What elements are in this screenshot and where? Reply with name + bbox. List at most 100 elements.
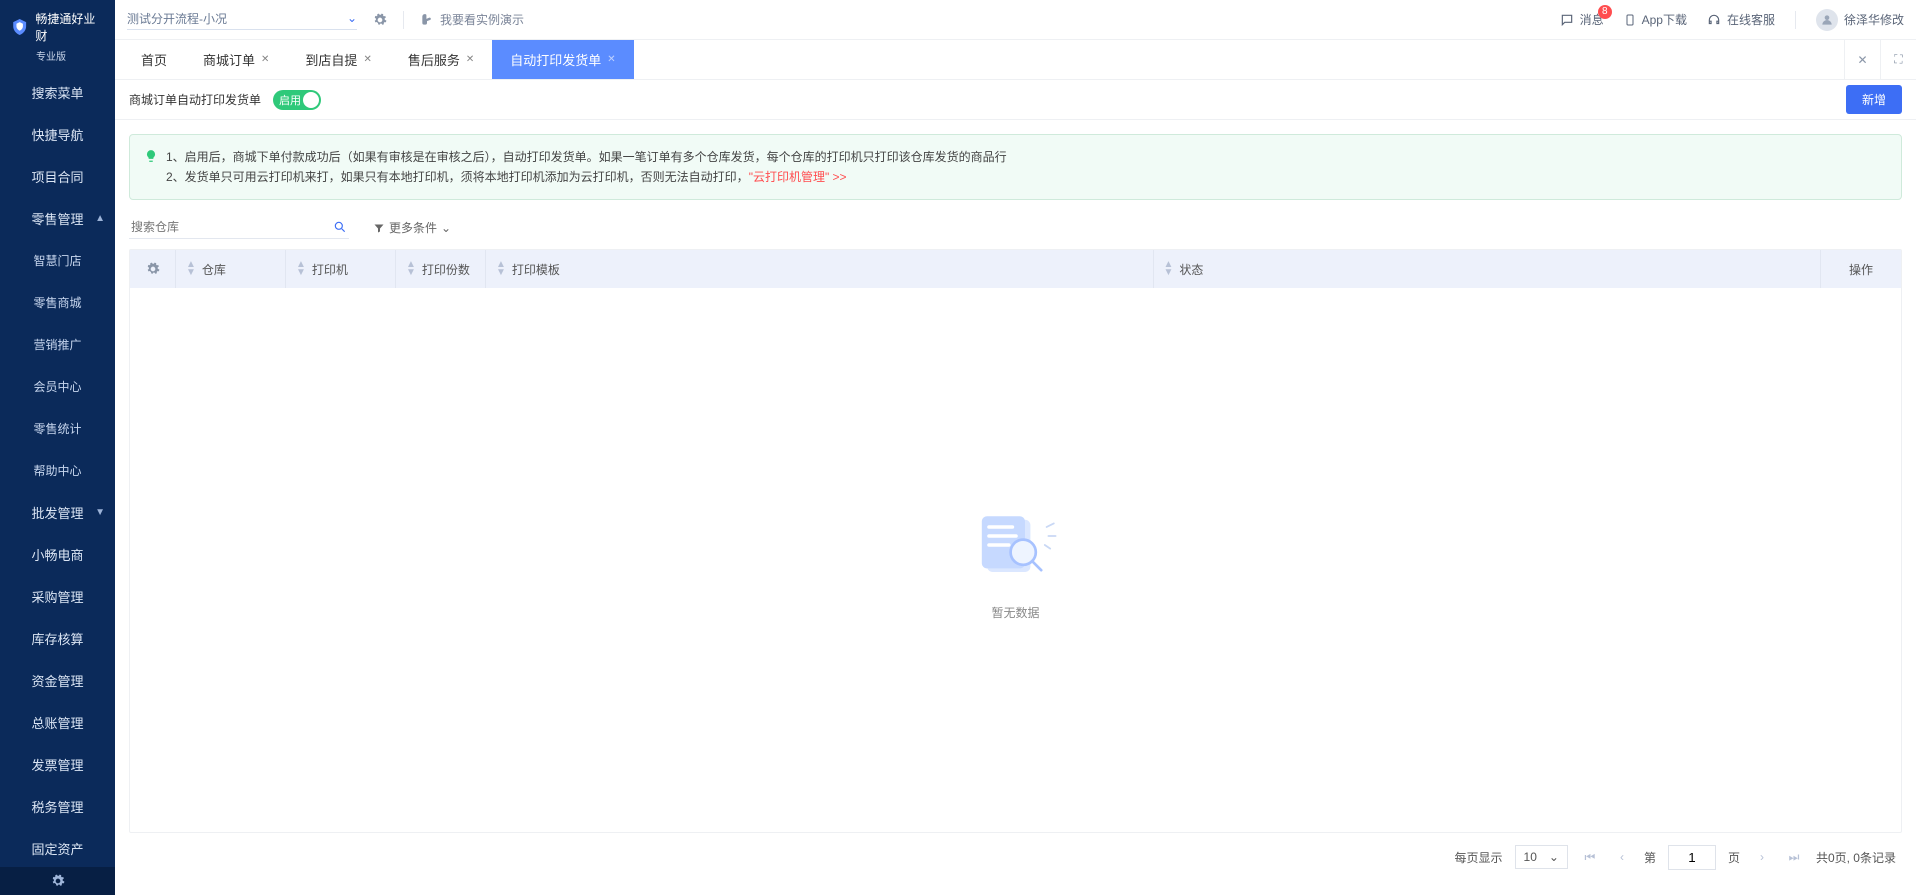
brand-edition: 专业版 [0, 48, 115, 71]
sidebar-item[interactable]: 批发管理▼ [0, 491, 115, 533]
sidebar-item[interactable]: 零售商城 [0, 281, 115, 323]
close-icon[interactable]: ✕ [363, 54, 371, 65]
app-download-button[interactable]: App下载 [1624, 11, 1687, 28]
tab-label: 到店自提 [305, 50, 357, 69]
column-label: 仓库 [202, 261, 226, 278]
filter-icon [373, 222, 385, 234]
page-number-input[interactable] [1668, 845, 1716, 870]
chat-icon [1560, 13, 1574, 27]
demo-link[interactable]: 我要看实例演示 [420, 11, 524, 28]
tab-label: 商城订单 [203, 50, 255, 69]
close-icon[interactable]: ✕ [261, 54, 269, 65]
table-column-header[interactable]: ▲▼ 打印模板 [486, 250, 1154, 288]
column-label: 打印模板 [512, 261, 560, 278]
user-icon [1820, 13, 1834, 27]
sidebar-item[interactable]: 营销推广 [0, 323, 115, 365]
page-summary: 共0页, 0条记录 [1816, 849, 1896, 866]
sidebar-item[interactable]: 智慧门店 [0, 239, 115, 281]
sidebar-item[interactable]: 税务管理 [0, 785, 115, 827]
next-page-button[interactable]: › [1752, 850, 1772, 864]
close-icon[interactable]: ✕ [466, 54, 474, 65]
breadcrumb-text: 测试分开流程-小况 [127, 10, 227, 27]
first-page-button[interactable]: ⏮ [1580, 850, 1600, 865]
sidebar-item[interactable]: 总账管理 [0, 701, 115, 743]
close-all-tabs-button[interactable]: ✕ [1844, 40, 1880, 79]
table-settings-button[interactable] [130, 250, 176, 288]
toggle-bar: 商城订单自动打印发货单 启用 新增 [115, 80, 1916, 120]
warehouse-search-input[interactable] [131, 220, 333, 234]
pagination: 每页显示 10 ⌄ ⏮ ‹ 第 页 › ⏭ 共0页, 0条记录 [129, 833, 1902, 881]
sidebar-item[interactable]: 发票管理 [0, 743, 115, 785]
sidebar-item-label: 项目合同 [31, 167, 83, 186]
messages-button[interactable]: 消息 8 [1560, 11, 1604, 28]
close-icon[interactable]: ✕ [607, 54, 615, 65]
search-input-wrap [129, 216, 349, 239]
chevron-down-icon: ⌄ [347, 11, 357, 25]
user-menu[interactable]: 徐泽华修改 [1816, 9, 1904, 31]
sidebar-item[interactable]: 快捷导航 [0, 113, 115, 155]
info-line-1: 1、启用后，商城下单付款成功后（如果有审核是在审核之后），自动打印发货单。如果一… [166, 147, 1007, 167]
sidebar-item-label: 会员中心 [33, 378, 81, 395]
toggle-label: 商城订单自动打印发货单 [129, 91, 261, 108]
table-header: ▲▼仓库▲▼打印机▲▼打印份数▲▼打印模板▲▼状态操作 [130, 250, 1901, 288]
column-label: 操作 [1849, 261, 1873, 278]
caret-down-icon: ▼ [95, 507, 105, 518]
sidebar-item[interactable]: 固定资产 [0, 827, 115, 867]
page-size-select[interactable]: 10 ⌄ [1515, 845, 1568, 869]
search-icon[interactable] [333, 220, 347, 234]
sidebar-item[interactable]: 项目合同 [0, 155, 115, 197]
sidebar-item-label: 小畅电商 [31, 545, 83, 564]
hand-icon [420, 13, 434, 27]
empty-text: 暂无数据 [991, 604, 1039, 621]
sidebar-item-label: 帮助中心 [33, 462, 81, 479]
sidebar-item[interactable]: 采购管理 [0, 575, 115, 617]
add-button[interactable]: 新增 [1846, 85, 1902, 114]
sidebar-item[interactable]: 资金管理 [0, 659, 115, 701]
sidebar-item[interactable]: 搜索菜单 [0, 71, 115, 113]
column-label: 打印份数 [422, 261, 470, 278]
tab[interactable]: 商城订单 ✕ [185, 40, 287, 79]
sidebar-item-label: 总账管理 [31, 713, 83, 732]
tab-label: 首页 [141, 50, 167, 69]
table-column-header[interactable]: ▲▼打印份数 [396, 250, 486, 288]
sidebar-item-label: 搜索菜单 [31, 83, 83, 102]
tab-label: 售后服务 [408, 50, 460, 69]
table-column-header[interactable]: ▲▼ 打印机 [286, 250, 396, 288]
topbar: 测试分开流程-小况 ⌄ 我要看实例演示 消息 8 App下载 [115, 0, 1916, 40]
last-page-button[interactable]: ⏭ [1784, 850, 1804, 865]
sidebar-settings[interactable] [0, 867, 115, 895]
sidebar-item[interactable]: 零售管理▲ [0, 197, 115, 239]
tab[interactable]: 售后服务 ✕ [390, 40, 492, 79]
settings-icon[interactable] [373, 13, 387, 27]
sidebar-item-label: 采购管理 [31, 587, 83, 606]
sort-icon: ▲▼ [496, 261, 506, 277]
cloud-printer-link[interactable]: "云打印机管理" >> [749, 170, 847, 184]
sidebar-item[interactable]: 库存核算 [0, 617, 115, 659]
sidebar-item-label: 智慧门店 [33, 252, 81, 269]
sort-icon: ▲▼ [1164, 261, 1174, 277]
brand-logo: 畅捷通好业财 [0, 0, 115, 48]
table-column-header[interactable]: ▲▼仓库 [176, 250, 286, 288]
prev-page-button[interactable]: ‹ [1612, 850, 1632, 864]
fullscreen-button[interactable]: ⛶ [1880, 40, 1916, 79]
enable-switch[interactable]: 启用 [273, 90, 321, 110]
chevron-down-icon: ⌄ [441, 221, 451, 235]
sidebar-item-label: 零售管理 [31, 209, 83, 228]
more-filters-button[interactable]: 更多条件 ⌄ [373, 219, 451, 236]
avatar [1816, 9, 1838, 31]
tab[interactable]: 到店自提 ✕ [287, 40, 389, 79]
sidebar-item[interactable]: 帮助中心 [0, 449, 115, 491]
sort-icon: ▲▼ [296, 261, 306, 277]
breadcrumb-select[interactable]: 测试分开流程-小况 ⌄ [127, 10, 357, 30]
table-column-header[interactable]: ▲▼状态 [1154, 250, 1822, 288]
tab[interactable]: 首页 [123, 40, 185, 79]
sidebar-item[interactable]: 小畅电商 [0, 533, 115, 575]
sidebar-item[interactable]: 零售统计 [0, 407, 115, 449]
customer-service-button[interactable]: 在线客服 [1707, 11, 1775, 28]
sidebar-item[interactable]: 会员中心 [0, 365, 115, 407]
table-body: 暂无数据 [130, 288, 1901, 832]
tab[interactable]: 自动打印发货单✕ [492, 40, 633, 79]
brand-name: 畅捷通好业财 [35, 10, 105, 44]
table-column-header: 操作 [1821, 250, 1901, 288]
column-label: 打印机 [312, 261, 348, 278]
